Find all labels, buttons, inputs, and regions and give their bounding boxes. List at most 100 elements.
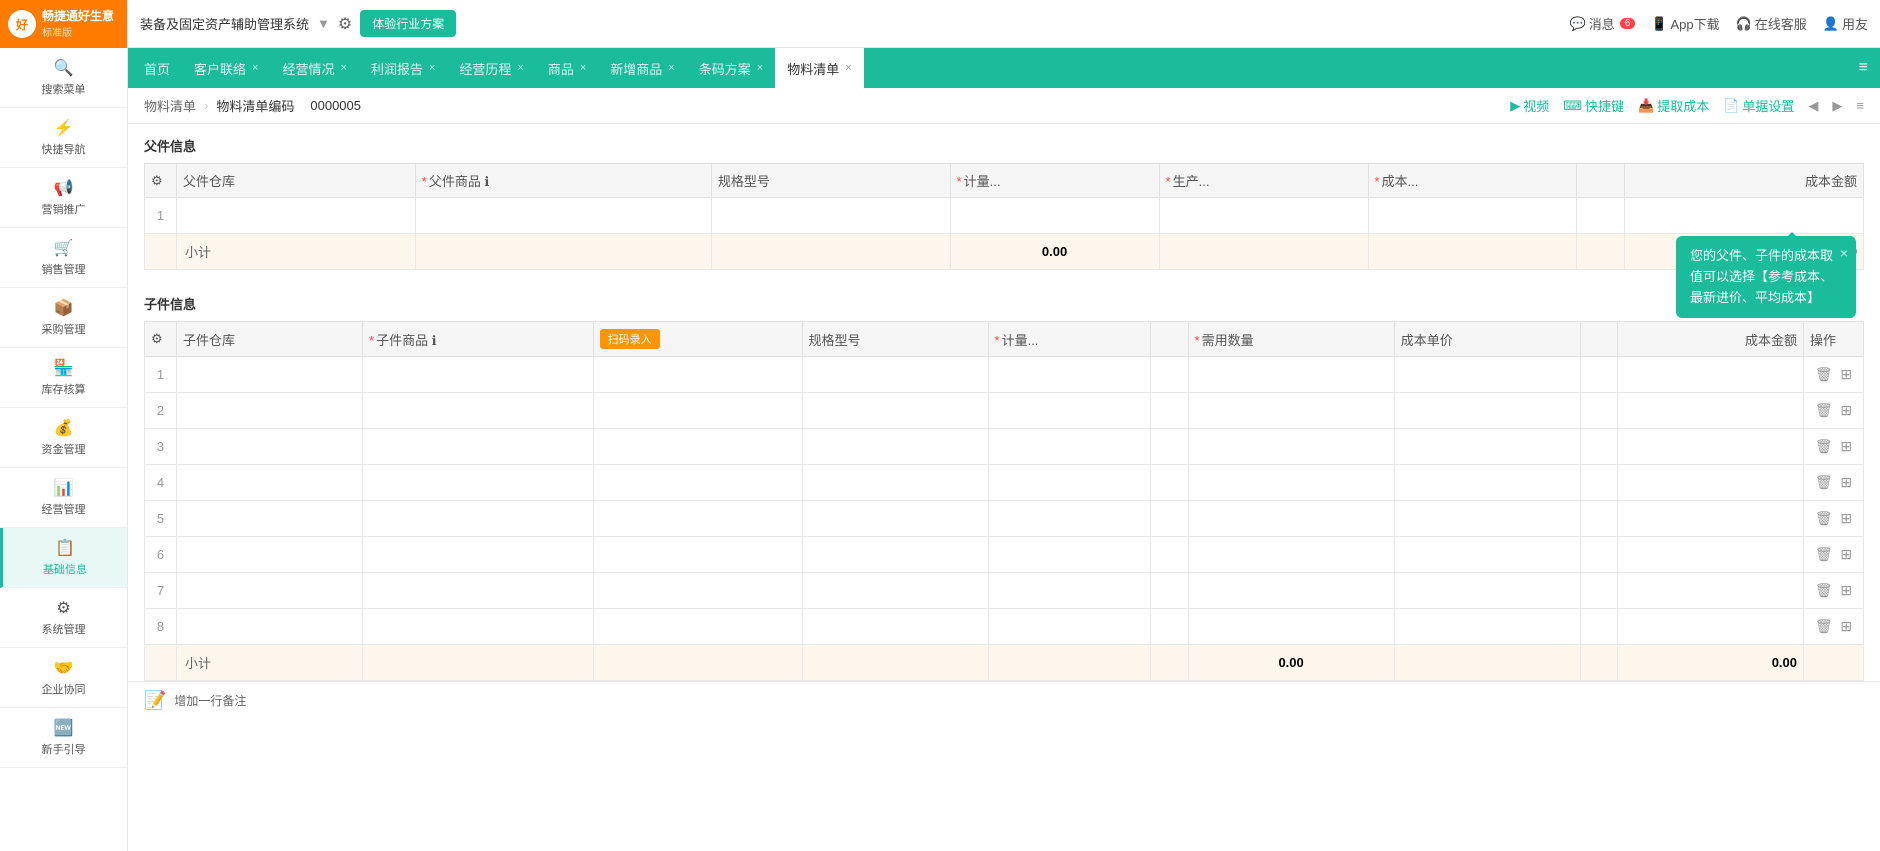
tab-customer[interactable]: 客户联络 × (182, 48, 270, 88)
nav-menu-icon[interactable]: ≡ (1856, 98, 1864, 113)
copy-row-1-icon[interactable]: ⊞ (1840, 366, 1852, 382)
tab-new-goods[interactable]: 新增商品 × (598, 48, 686, 88)
nav-next-icon[interactable]: ▶ (1832, 98, 1842, 114)
child-unit-3[interactable] (988, 429, 1151, 465)
child-warehouse-7[interactable] (177, 573, 363, 609)
child-unit-8[interactable] (988, 609, 1151, 645)
child-warehouse-6[interactable] (177, 537, 363, 573)
copy-row-8-icon[interactable]: ⊞ (1840, 618, 1852, 634)
child-warehouse-2[interactable] (177, 393, 363, 429)
copy-row-6-icon[interactable]: ⊞ (1840, 546, 1852, 562)
parent-warehouse-cell[interactable] (177, 198, 416, 234)
close-all-tabs-icon[interactable]: ≡ (1851, 59, 1876, 77)
child-spec-1[interactable] (802, 357, 988, 393)
child-spec-5[interactable] (802, 501, 988, 537)
child-warehouse-5[interactable] (177, 501, 363, 537)
child-qty-1[interactable] (1188, 357, 1394, 393)
tab-operations-history-close[interactable]: × (517, 62, 523, 74)
parent-col-settings[interactable]: ⚙ (145, 164, 177, 198)
child-spec-6[interactable] (802, 537, 988, 573)
tab-new-goods-close[interactable]: × (668, 62, 674, 74)
copy-row-2-icon[interactable]: ⊞ (1840, 402, 1852, 418)
child-unit-cost-2[interactable] (1394, 393, 1580, 429)
tab-barcode[interactable]: 条码方案 × (687, 48, 775, 88)
copy-row-7-icon[interactable]: ⊞ (1840, 582, 1852, 598)
child-qty-8[interactable] (1188, 609, 1394, 645)
extract-cost-button[interactable]: 📥 提取成本 (1638, 96, 1709, 115)
child-unit-2[interactable] (988, 393, 1151, 429)
message-link[interactable]: 💬 消息 6 (1570, 14, 1636, 33)
child-product-6[interactable] (363, 537, 594, 573)
child-unit-1[interactable] (988, 357, 1151, 393)
tab-goods[interactable]: 商品 × (536, 48, 598, 88)
child-unit-cost-4[interactable] (1394, 465, 1580, 501)
child-qty-3[interactable] (1188, 429, 1394, 465)
child-qty-4[interactable] (1188, 465, 1394, 501)
delete-row-4-icon[interactable]: 🗑 (1815, 474, 1833, 490)
nav-prev-icon[interactable]: ◀ (1808, 98, 1818, 114)
breadcrumb-home[interactable]: 物料清单 (144, 96, 196, 115)
delete-row-1-icon[interactable]: 🗑 (1815, 366, 1833, 382)
sidebar-item-enterprise[interactable]: 🤝 企业协同 (0, 648, 127, 708)
delete-row-7-icon[interactable]: 🗑 (1815, 582, 1833, 598)
settings-icon[interactable]: ⚙ (338, 14, 352, 34)
child-spec-2[interactable] (802, 393, 988, 429)
sidebar-item-inventory[interactable]: 🏪 库存核算 (0, 348, 127, 408)
tab-bom[interactable]: 物料清单 × (775, 48, 863, 88)
tab-bom-close[interactable]: × (845, 62, 851, 74)
child-unit-cost-8[interactable] (1394, 609, 1580, 645)
tab-operations-history[interactable]: 经营历程 × (447, 48, 535, 88)
child-unit-cost-7[interactable] (1394, 573, 1580, 609)
sidebar-item-basic-info[interactable]: 📋 基础信息 (0, 528, 127, 588)
copy-row-4-icon[interactable]: ⊞ (1840, 474, 1852, 490)
parent-cost-cell[interactable] (1368, 198, 1577, 234)
child-warehouse-3[interactable] (177, 429, 363, 465)
trial-button[interactable]: 体验行业方案 (360, 10, 456, 37)
app-download-link[interactable]: 📱 App下载 (1651, 14, 1719, 33)
tab-goods-close[interactable]: × (580, 62, 586, 74)
child-unit-5[interactable] (988, 501, 1151, 537)
delete-row-3-icon[interactable]: 🗑 (1815, 438, 1833, 454)
child-warehouse-4[interactable] (177, 465, 363, 501)
child-product-8[interactable] (363, 609, 594, 645)
shortcut-button[interactable]: ⌨ 快捷键 (1563, 96, 1624, 115)
sidebar-item-operations[interactable]: 📊 经营管理 (0, 468, 127, 528)
delete-row-6-icon[interactable]: 🗑 (1815, 546, 1833, 562)
sidebar-item-purchase[interactable]: 📦 采购管理 (0, 288, 127, 348)
user-avatar[interactable]: 👤 用友 (1823, 14, 1868, 33)
child-qty-6[interactable] (1188, 537, 1394, 573)
delete-row-5-icon[interactable]: 🗑 (1815, 510, 1833, 526)
tab-home[interactable]: 首页 (132, 48, 182, 88)
sidebar-item-quick-nav[interactable]: ⚡ 快捷导航 (0, 108, 127, 168)
tab-barcode-close[interactable]: × (757, 62, 763, 74)
copy-row-3-icon[interactable]: ⊞ (1840, 438, 1852, 454)
child-unit-cost-1[interactable] (1394, 357, 1580, 393)
sidebar-item-search[interactable]: 🔍 搜索菜单 (0, 48, 127, 108)
copy-row-5-icon[interactable]: ⊞ (1840, 510, 1852, 526)
child-unit-cost-3[interactable] (1394, 429, 1580, 465)
video-button[interactable]: ▶ 视频 (1510, 96, 1549, 115)
sidebar-item-marketing[interactable]: 📢 营销推广 (0, 168, 127, 228)
add-note-label[interactable]: 增加一行备注 (174, 692, 246, 709)
child-col-settings[interactable]: ⚙ (145, 322, 177, 357)
child-product-3[interactable] (363, 429, 594, 465)
child-qty-2[interactable] (1188, 393, 1394, 429)
child-product-5[interactable] (363, 501, 594, 537)
add-note-icon[interactable]: 📝 (144, 690, 166, 711)
tab-operations-status[interactable]: 经营情况 × (270, 48, 358, 88)
sidebar-item-finance[interactable]: 💰 资金管理 (0, 408, 127, 468)
sidebar-item-system[interactable]: ⚙ 系统管理 (0, 588, 127, 648)
child-warehouse-1[interactable] (177, 357, 363, 393)
delete-row-2-icon[interactable]: 🗑 (1815, 402, 1833, 418)
child-unit-4[interactable] (988, 465, 1151, 501)
tooltip-close-button[interactable]: × (1840, 242, 1848, 264)
system-dropdown-icon[interactable]: ▼ (317, 16, 330, 31)
child-qty-7[interactable] (1188, 573, 1394, 609)
child-spec-8[interactable] (802, 609, 988, 645)
tab-customer-close[interactable]: × (252, 62, 258, 74)
parent-unit-cell[interactable] (950, 198, 1159, 234)
scan-button[interactable]: 扫码录入 (600, 329, 660, 349)
child-warehouse-8[interactable] (177, 609, 363, 645)
child-product-4[interactable] (363, 465, 594, 501)
child-spec-7[interactable] (802, 573, 988, 609)
